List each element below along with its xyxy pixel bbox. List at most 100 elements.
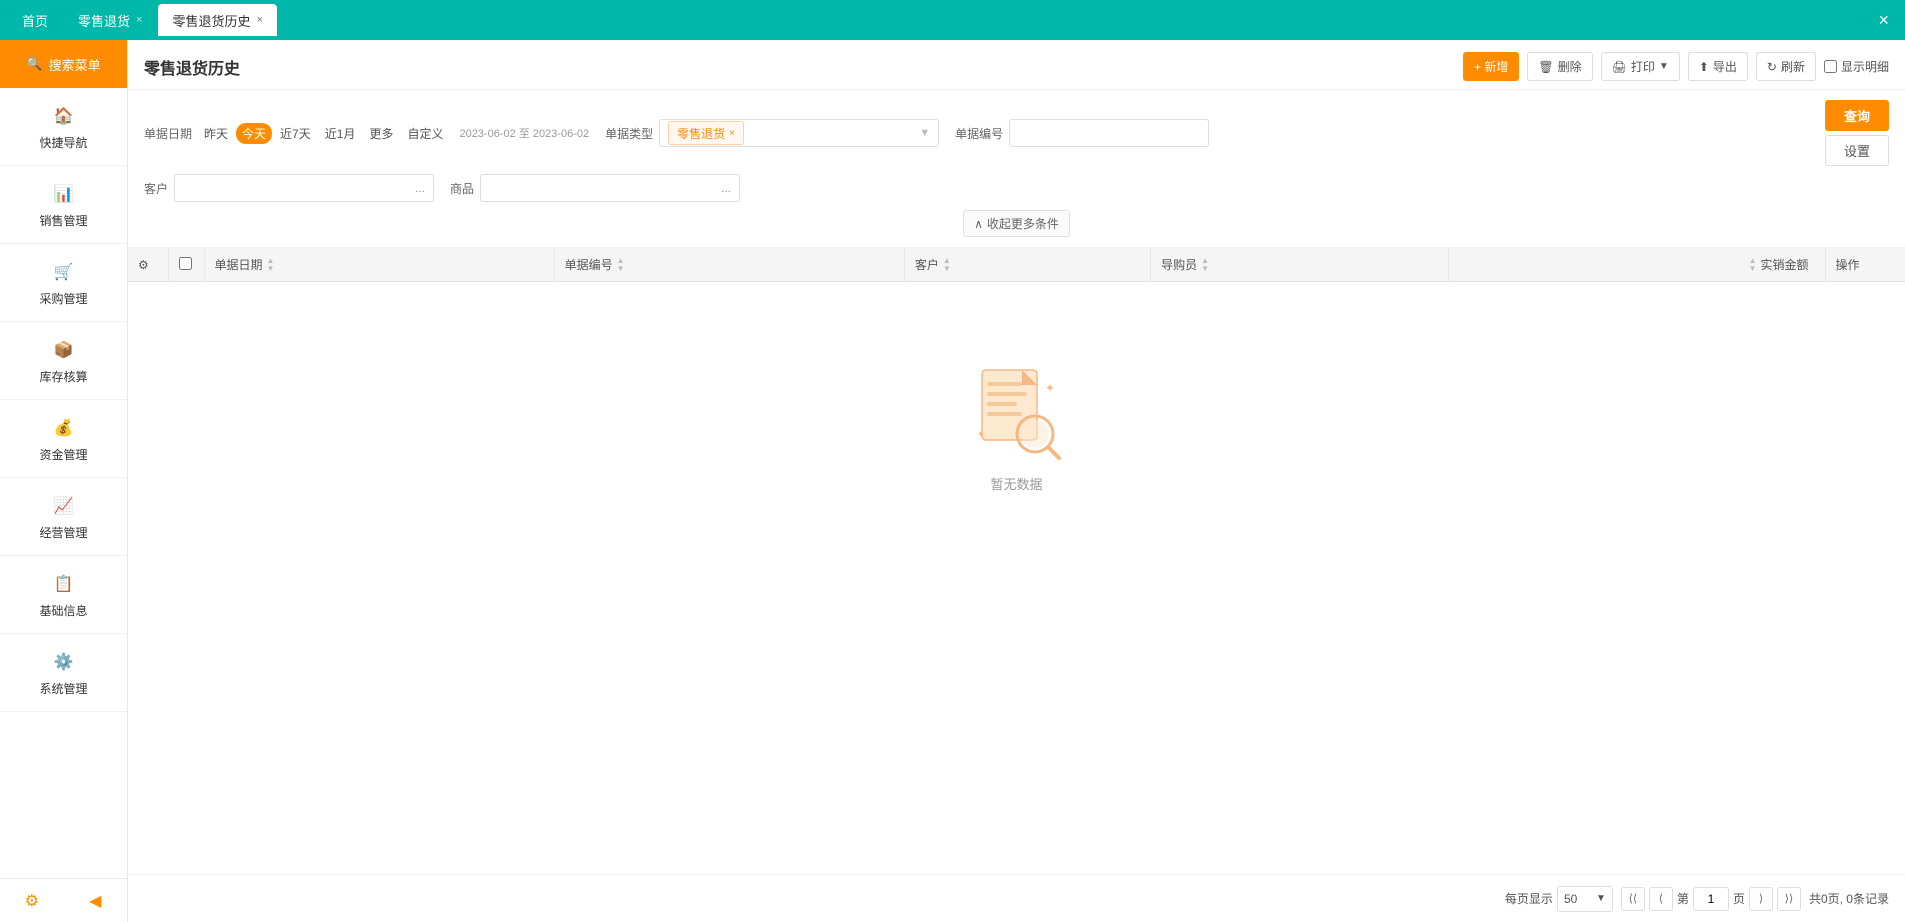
th-doc-num: 单据编号 ▲▼ xyxy=(554,248,904,282)
table-header: ⚙ 单据日期 ▲▼ xyxy=(128,248,1905,282)
prev-page-button[interactable]: ⟨ xyxy=(1649,887,1673,911)
sidebar-item-basic-info[interactable]: 📋 基础信息 xyxy=(0,556,127,634)
window-close-button[interactable]: × xyxy=(1870,10,1897,31)
page-number-input[interactable] xyxy=(1693,887,1729,911)
sidebar-item-system-mgmt[interactable]: ⚙️ 系统管理 xyxy=(0,634,127,712)
sidebar-item-inventory[interactable]: 📦 库存核算 xyxy=(0,322,127,400)
print-icon: 🖨 xyxy=(1612,60,1627,74)
collapse-filter-button[interactable]: ∧ 收起更多条件 xyxy=(963,210,1070,237)
doc-num-filter: 单据编号 xyxy=(955,119,1209,147)
export-icon: ⬆ xyxy=(1699,60,1709,74)
close-history-tab[interactable]: × xyxy=(256,14,262,26)
empty-state: ✦ ✦ 暂无数据 xyxy=(128,282,1905,573)
page-content: 零售退货历史 + 新增 🗑 删除 🖨 打印 ▼ ⬆ xyxy=(128,40,1905,922)
print-button[interactable]: 🖨 打印 ▼ xyxy=(1601,52,1680,81)
sidebar-item-finance[interactable]: 💰 资金管理 xyxy=(0,400,127,478)
date-shortcut-today[interactable]: 今天 xyxy=(236,123,272,144)
th-doc-date: 单据日期 ▲▼ xyxy=(204,248,554,282)
next-page-button[interactable]: ⟩ xyxy=(1749,887,1773,911)
query-buttons: 查询 设置 xyxy=(1825,100,1889,166)
sidebar-item-operations[interactable]: 📈 经营管理 xyxy=(0,478,127,556)
svg-text:✦: ✦ xyxy=(977,429,985,439)
show-detail-checkbox[interactable] xyxy=(1824,60,1837,73)
th-ops: 操作 xyxy=(1825,248,1905,282)
show-detail-checkbox-label[interactable]: 显示明细 xyxy=(1824,58,1889,75)
collapse-icon: ∧ xyxy=(974,217,983,231)
pagination-bar: 每页显示 50 ▼ ⟨⟨ ⟨ 第 页 ⟩ ⟩⟩ 共0页, 0条记录 xyxy=(128,874,1905,922)
content-area: 零售退货历史 + 新增 🗑 删除 🖨 打印 ▼ ⬆ xyxy=(128,40,1905,922)
quick-nav-icon: 🏠 xyxy=(50,102,78,130)
page-size-dropdown[interactable]: 50 ▼ xyxy=(1557,886,1613,912)
sidebar-item-sales-mgmt[interactable]: 📊 销售管理 xyxy=(0,166,127,244)
finance-icon: 💰 xyxy=(50,414,78,442)
refresh-button[interactable]: ↻ 刷新 xyxy=(1756,52,1816,81)
sidebar-item-quick-nav[interactable]: 🏠 快捷导航 xyxy=(0,88,127,166)
date-shortcuts: 昨天 今天 近7天 近1月 更多 自定义 xyxy=(198,123,449,144)
page-size-select: 每页显示 50 ▼ xyxy=(1505,886,1613,912)
date-shortcut-custom[interactable]: 自定义 xyxy=(401,123,449,144)
tab-retail-return-history[interactable]: 零售退货历史 × xyxy=(158,4,276,36)
close-retail-return-tab[interactable]: × xyxy=(136,14,142,26)
table-settings-icon[interactable]: ⚙ xyxy=(138,258,149,272)
sidebar-menu-button[interactable]: ◀ xyxy=(79,885,111,917)
sidebar-settings-button[interactable]: ⚙ xyxy=(16,885,48,917)
customer-sort[interactable]: ▲▼ xyxy=(943,257,951,273)
new-button[interactable]: + 新增 xyxy=(1463,52,1519,81)
basic-info-icon: 📋 xyxy=(50,570,78,598)
th-amount: ▲▼ 实销金额 xyxy=(1449,248,1825,282)
select-all-checkbox[interactable] xyxy=(179,257,192,270)
sidebar-bottom: ⚙ ◀ xyxy=(0,878,127,922)
filter-row-1: 单据日期 昨天 今天 近7天 近1月 更多 自定义 2023-06-02 至 2… xyxy=(144,100,1889,166)
th-settings: ⚙ xyxy=(128,248,168,282)
page-header: 零售退货历史 + 新增 🗑 删除 🖨 打印 ▼ ⬆ xyxy=(128,40,1905,90)
system-mgmt-icon: ⚙️ xyxy=(50,648,78,676)
first-page-button[interactable]: ⟨⟨ xyxy=(1621,887,1645,911)
date-range-text: 2023-06-02 至 2023-06-02 xyxy=(459,125,589,141)
doc-type-chevron-down-icon: ▼ xyxy=(919,127,930,139)
empty-text: 暂无数据 xyxy=(990,474,1042,493)
operations-icon: 📈 xyxy=(50,492,78,520)
toolbar-actions: + 新增 🗑 删除 🖨 打印 ▼ ⬆ 导出 xyxy=(1463,52,1889,81)
sidebar: 🔍 搜索菜单 🏠 快捷导航 📊 销售管理 🛒 采购管理 📦 库存核算 💰 xyxy=(0,40,128,922)
svg-text:✦: ✦ xyxy=(1045,381,1055,395)
guide-sort[interactable]: ▲▼ xyxy=(1201,257,1209,273)
main-layout: 🔍 搜索菜单 🏠 快捷导航 📊 销售管理 🛒 采购管理 📦 库存核算 💰 xyxy=(0,40,1905,922)
sidebar-menu: 🏠 快捷导航 📊 销售管理 🛒 采购管理 📦 库存核算 💰 资金管理 📈 xyxy=(0,88,127,878)
sidebar-search[interactable]: 🔍 搜索菜单 xyxy=(0,40,127,88)
date-shortcut-1month[interactable]: 近1月 xyxy=(319,123,362,144)
total-records-text: 共0页, 0条记录 xyxy=(1809,890,1889,907)
doc-type-select[interactable]: 零售退货 × ▼ xyxy=(659,119,939,147)
sidebar-item-purchase-mgmt[interactable]: 🛒 采购管理 xyxy=(0,244,127,322)
inventory-icon: 📦 xyxy=(50,336,78,364)
doc-type-filter: 单据类型 零售退货 × ▼ xyxy=(605,119,939,147)
doc-type-tag-close[interactable]: × xyxy=(729,128,735,139)
search-icon: 🔍 xyxy=(26,56,42,72)
tab-home[interactable]: 首页 xyxy=(8,4,62,36)
tab-retail-return[interactable]: 零售退货 × xyxy=(64,4,156,36)
doc-num-sort[interactable]: ▲▼ xyxy=(617,257,625,273)
topbar: 首页 零售退货 × 零售退货历史 × × xyxy=(0,0,1905,40)
refresh-icon: ↻ xyxy=(1767,60,1777,74)
th-guide: 导购员 ▲▼ xyxy=(1151,248,1449,282)
date-shortcut-more[interactable]: 更多 xyxy=(363,123,399,144)
export-button[interactable]: ⬆ 导出 xyxy=(1688,52,1748,81)
th-customer: 客户 ▲▼ xyxy=(904,248,1150,282)
amount-sort[interactable]: ▲▼ xyxy=(1749,257,1757,273)
settings-button[interactable]: 设置 xyxy=(1825,135,1889,166)
table-area: ⚙ 单据日期 ▲▼ xyxy=(128,248,1905,874)
filter-area: 单据日期 昨天 今天 近7天 近1月 更多 自定义 2023-06-02 至 2… xyxy=(128,90,1905,248)
empty-illustration: ✦ ✦ xyxy=(967,362,1067,462)
doc-date-sort[interactable]: ▲▼ xyxy=(267,257,275,273)
customer-input[interactable]: ... xyxy=(174,174,434,202)
doc-num-input[interactable] xyxy=(1009,119,1209,147)
page-size-chevron-down-icon: ▼ xyxy=(1596,893,1606,904)
th-checkbox xyxy=(168,248,204,282)
customer-filter: 客户 ... xyxy=(144,174,434,202)
date-shortcut-7days[interactable]: 近7天 xyxy=(274,123,317,144)
date-shortcut-yesterday[interactable]: 昨天 xyxy=(198,123,234,144)
last-page-button[interactable]: ⟩⟩ xyxy=(1777,887,1801,911)
goods-input[interactable]: ... xyxy=(480,174,740,202)
query-button[interactable]: 查询 xyxy=(1825,100,1889,131)
goods-filter: 商品 ... xyxy=(450,174,740,202)
delete-button[interactable]: 🗑 删除 xyxy=(1527,52,1592,81)
